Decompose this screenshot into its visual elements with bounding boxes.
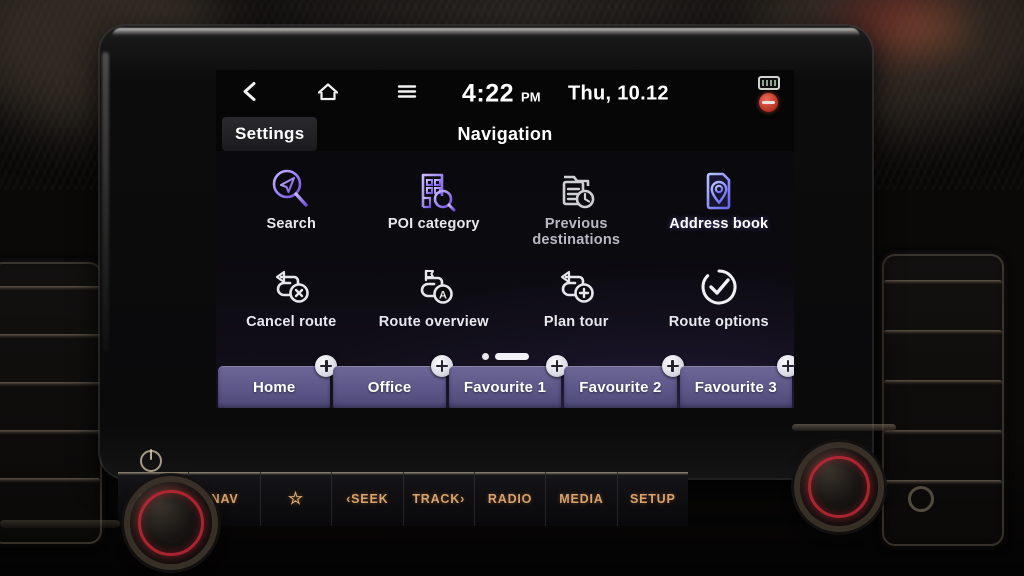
hw-button-setup[interactable]: SETUP: [616, 472, 689, 526]
hw-button-label: MEDIA: [559, 492, 604, 506]
bezel-highlight-top: [112, 28, 860, 38]
chevron-left-icon[interactable]: [240, 80, 260, 107]
air-vent-right: [878, 250, 1008, 550]
hw-button-label: RADIO: [487, 492, 533, 506]
favourite-2[interactable]: Favourite 2: [564, 355, 684, 408]
vent-slat: [884, 380, 1002, 385]
vent-slat: [0, 334, 100, 339]
menu-item-label: Search: [266, 216, 317, 232]
page-indicator[interactable]: [216, 353, 794, 360]
clock-time: 4:22: [462, 79, 515, 107]
vent-slat: [0, 382, 100, 387]
favourite-3[interactable]: Favourite 3: [679, 355, 794, 408]
search-navigation-icon: [267, 165, 315, 213]
history-folder-icon: [552, 165, 600, 213]
vent-frame: [0, 262, 102, 544]
menu-item-label: Route overview: [378, 314, 489, 330]
favourite-office[interactable]: Office: [333, 355, 453, 408]
vent-slat: [884, 430, 1002, 435]
route-flag-icon: A: [410, 263, 458, 311]
menu-item-previous-destinations[interactable]: Previous destinations: [505, 159, 648, 257]
vent-slat: [884, 280, 1002, 285]
hw-button-radio[interactable]: RADIO: [473, 472, 546, 526]
page-dot-2-active[interactable]: [494, 353, 529, 360]
poi-building-icon: [410, 165, 458, 213]
dashboard-scene: 4:22 PM Thu, 10.12 Navigation Settings S…: [0, 0, 1024, 576]
menu-item-search[interactable]: Search: [220, 159, 363, 257]
menu-item-label: Plan tour: [543, 314, 609, 330]
volume-power-knob[interactable]: [130, 482, 212, 564]
check-circle-icon: [695, 263, 743, 311]
hw-button-label: TRACK›: [412, 492, 466, 506]
hw-button-favourite[interactable]: ☆: [259, 472, 332, 526]
favourite-label: Favourite 3: [694, 378, 777, 396]
tab-bar: Navigation Settings: [216, 117, 794, 151]
menu-item-address-book[interactable]: Address book: [648, 159, 791, 257]
vent-frame: [882, 254, 1004, 546]
tab-settings-label: Settings: [235, 124, 305, 143]
svg-text:A: A: [439, 290, 447, 302]
route-add-icon: [552, 263, 600, 311]
menu-item-poi-category[interactable]: POI category: [363, 159, 506, 257]
favourite-label: Favourite 1: [463, 378, 547, 396]
menu-item-label: Route options: [668, 314, 769, 330]
address-card-pin-icon: [695, 165, 743, 213]
air-vent-left: [0, 258, 106, 548]
menu-grid: Search POI category Previous destination…: [220, 159, 790, 355]
vent-slat: [884, 480, 1002, 485]
dashboard-trim-lower: [0, 520, 120, 528]
plus-circle-icon[interactable]: [777, 355, 794, 377]
favourite-1[interactable]: Favourite 1: [448, 355, 569, 408]
menu-item-route-overview[interactable]: A Route overview: [363, 257, 506, 355]
menu-item-label: Address book: [669, 216, 769, 232]
status-bar: 4:22 PM Thu, 10.12: [216, 70, 794, 117]
route-cancel-icon: [267, 263, 315, 311]
warning-indicator-icon: [759, 93, 778, 112]
tune-knob[interactable]: [800, 448, 878, 526]
hw-button-label: SETUP: [629, 492, 676, 506]
status-indicators: [744, 76, 784, 114]
vent-slat: [0, 430, 100, 435]
bezel-highlight-left: [102, 52, 109, 352]
hw-button-label: NAV: [210, 492, 239, 506]
clock: 4:22 PM: [462, 79, 541, 108]
vent-slat: [0, 478, 100, 483]
aux-port-icon: [908, 486, 934, 512]
menu-item-cancel-route[interactable]: Cancel route: [220, 257, 363, 355]
page-dot-1[interactable]: [481, 353, 489, 360]
clock-ampm: PM: [521, 89, 541, 104]
vent-slat: [884, 330, 1002, 335]
hw-button-track[interactable]: TRACK›: [402, 472, 475, 526]
menu-item-plan-tour[interactable]: Plan tour: [505, 257, 648, 355]
favourite-home[interactable]: Home: [218, 355, 338, 408]
menu-item-route-options[interactable]: Route options: [648, 257, 791, 355]
page-title: Navigation: [457, 123, 553, 144]
star-icon: ☆: [287, 489, 304, 508]
favourites-bar: Home Office Favourite 1 Favourite 2 Favo…: [216, 355, 794, 408]
hw-button-media[interactable]: MEDIA: [545, 472, 618, 526]
tab-settings[interactable]: Settings: [222, 117, 318, 151]
infotainment-head-unit: 4:22 PM Thu, 10.12 Navigation Settings S…: [100, 26, 872, 478]
hamburger-menu-icon[interactable]: [396, 82, 418, 105]
hw-button-seek[interactable]: ‹SEEK: [331, 472, 403, 526]
home-icon[interactable]: [316, 80, 340, 107]
menu-item-label: Previous destinations: [532, 216, 621, 249]
navigation-menu-grid: Search POI category Previous destination…: [216, 151, 794, 366]
favourite-label: Favourite 2: [579, 378, 662, 396]
menu-item-label: Cancel route: [246, 314, 337, 330]
vent-slat: [0, 286, 100, 291]
infotainment-screen: 4:22 PM Thu, 10.12 Navigation Settings S…: [216, 70, 794, 408]
display-off-icon[interactable]: [758, 76, 780, 90]
hw-button-label: ‹SEEK: [346, 492, 389, 506]
menu-item-label: POI category: [387, 216, 480, 232]
power-icon[interactable]: [140, 449, 162, 472]
dashboard-trim: [792, 424, 896, 431]
date-text: Thu, 10.12: [568, 82, 669, 104]
favourite-label: Home: [252, 378, 296, 396]
favourite-label: Office: [367, 378, 412, 396]
